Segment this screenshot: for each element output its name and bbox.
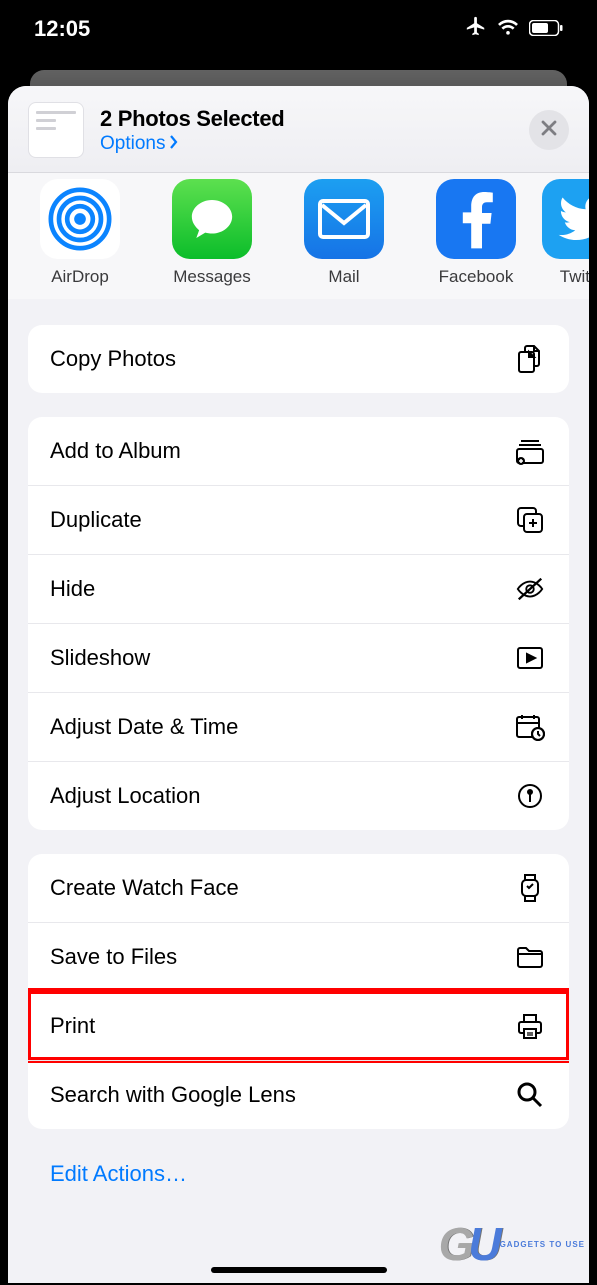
photo-actions-group: Add to Album Duplicate Hide Slideshow <box>28 417 569 830</box>
watch-icon <box>515 873 545 903</box>
chevron-right-icon <box>169 133 179 155</box>
watermark-text: GADGETS TO USE <box>500 1240 585 1249</box>
home-indicator[interactable] <box>211 1267 387 1273</box>
twitter-icon <box>542 179 589 259</box>
preview-thumbnail[interactable] <box>28 102 84 158</box>
add-to-album-row[interactable]: Add to Album <box>28 417 569 485</box>
row-label: Search with Google Lens <box>50 1082 296 1108</box>
print-row[interactable]: Print <box>28 991 569 1060</box>
app-label: Messages <box>173 267 250 287</box>
calendar-clock-icon <box>515 712 545 742</box>
airplane-icon <box>465 15 487 43</box>
app-label: Twitte <box>560 267 589 287</box>
play-icon <box>515 643 545 673</box>
search-icon <box>515 1080 545 1110</box>
hide-row[interactable]: Hide <box>28 554 569 623</box>
edit-actions-label: Edit Actions… <box>50 1161 187 1186</box>
more-actions-group: Create Watch Face Save to Files Print Se… <box>28 854 569 1129</box>
folder-icon <box>515 942 545 972</box>
facebook-icon <box>436 179 516 259</box>
twitter-app[interactable]: Twitte <box>542 179 589 287</box>
app-label: Mail <box>328 267 359 287</box>
slideshow-row[interactable]: Slideshow <box>28 623 569 692</box>
edit-actions-button[interactable]: Edit Actions… <box>28 1149 569 1199</box>
adjust-date-row[interactable]: Adjust Date & Time <box>28 692 569 761</box>
save-files-row[interactable]: Save to Files <box>28 922 569 991</box>
location-icon <box>515 781 545 811</box>
clock: 12:05 <box>34 16 90 42</box>
album-icon <box>515 436 545 466</box>
actions-list: Copy Photos Add to Album Duplicate H <box>8 325 589 1199</box>
duplicate-icon <box>515 505 545 535</box>
copy-icon <box>515 344 545 374</box>
sheet-header: 2 Photos Selected Options <box>8 86 589 173</box>
row-label: Copy Photos <box>50 346 176 372</box>
adjust-location-row[interactable]: Adjust Location <box>28 761 569 830</box>
sheet-title: 2 Photos Selected <box>100 106 513 132</box>
messages-icon <box>172 179 252 259</box>
app-label: AirDrop <box>51 267 109 287</box>
row-label: Adjust Location <box>50 783 200 809</box>
app-label: Facebook <box>439 267 514 287</box>
row-label: Adjust Date & Time <box>50 714 238 740</box>
status-bar: 12:05 <box>2 2 595 56</box>
row-label: Duplicate <box>50 507 142 533</box>
share-sheet: 2 Photos Selected Options AirDrop <box>8 86 589 1283</box>
row-label: Print <box>50 1013 95 1039</box>
close-icon <box>540 119 558 142</box>
copy-group: Copy Photos <box>28 325 569 393</box>
close-button[interactable] <box>529 110 569 150</box>
mail-app[interactable]: Mail <box>278 179 410 287</box>
airdrop-icon <box>40 179 120 259</box>
row-label: Slideshow <box>50 645 150 671</box>
mail-icon <box>304 179 384 259</box>
share-apps-row[interactable]: AirDrop Messages Mail Facebook Twitte <box>8 173 589 299</box>
row-label: Hide <box>50 576 95 602</box>
options-button[interactable]: Options <box>100 133 513 155</box>
row-label: Add to Album <box>50 438 181 464</box>
row-label: Save to Files <box>50 944 177 970</box>
options-label: Options <box>100 133 165 155</box>
row-label: Create Watch Face <box>50 875 239 901</box>
messages-app[interactable]: Messages <box>146 179 278 287</box>
google-lens-row[interactable]: Search with Google Lens <box>28 1060 569 1129</box>
wifi-icon <box>497 16 519 42</box>
battery-icon <box>529 16 563 42</box>
watch-face-row[interactable]: Create Watch Face <box>28 854 569 922</box>
airdrop-app[interactable]: AirDrop <box>14 179 146 287</box>
hide-icon <box>515 574 545 604</box>
copy-photos-row[interactable]: Copy Photos <box>28 325 569 393</box>
printer-icon <box>515 1011 545 1041</box>
watermark: GU GADGETS TO USE <box>439 1217 585 1271</box>
duplicate-row[interactable]: Duplicate <box>28 485 569 554</box>
facebook-app[interactable]: Facebook <box>410 179 542 287</box>
